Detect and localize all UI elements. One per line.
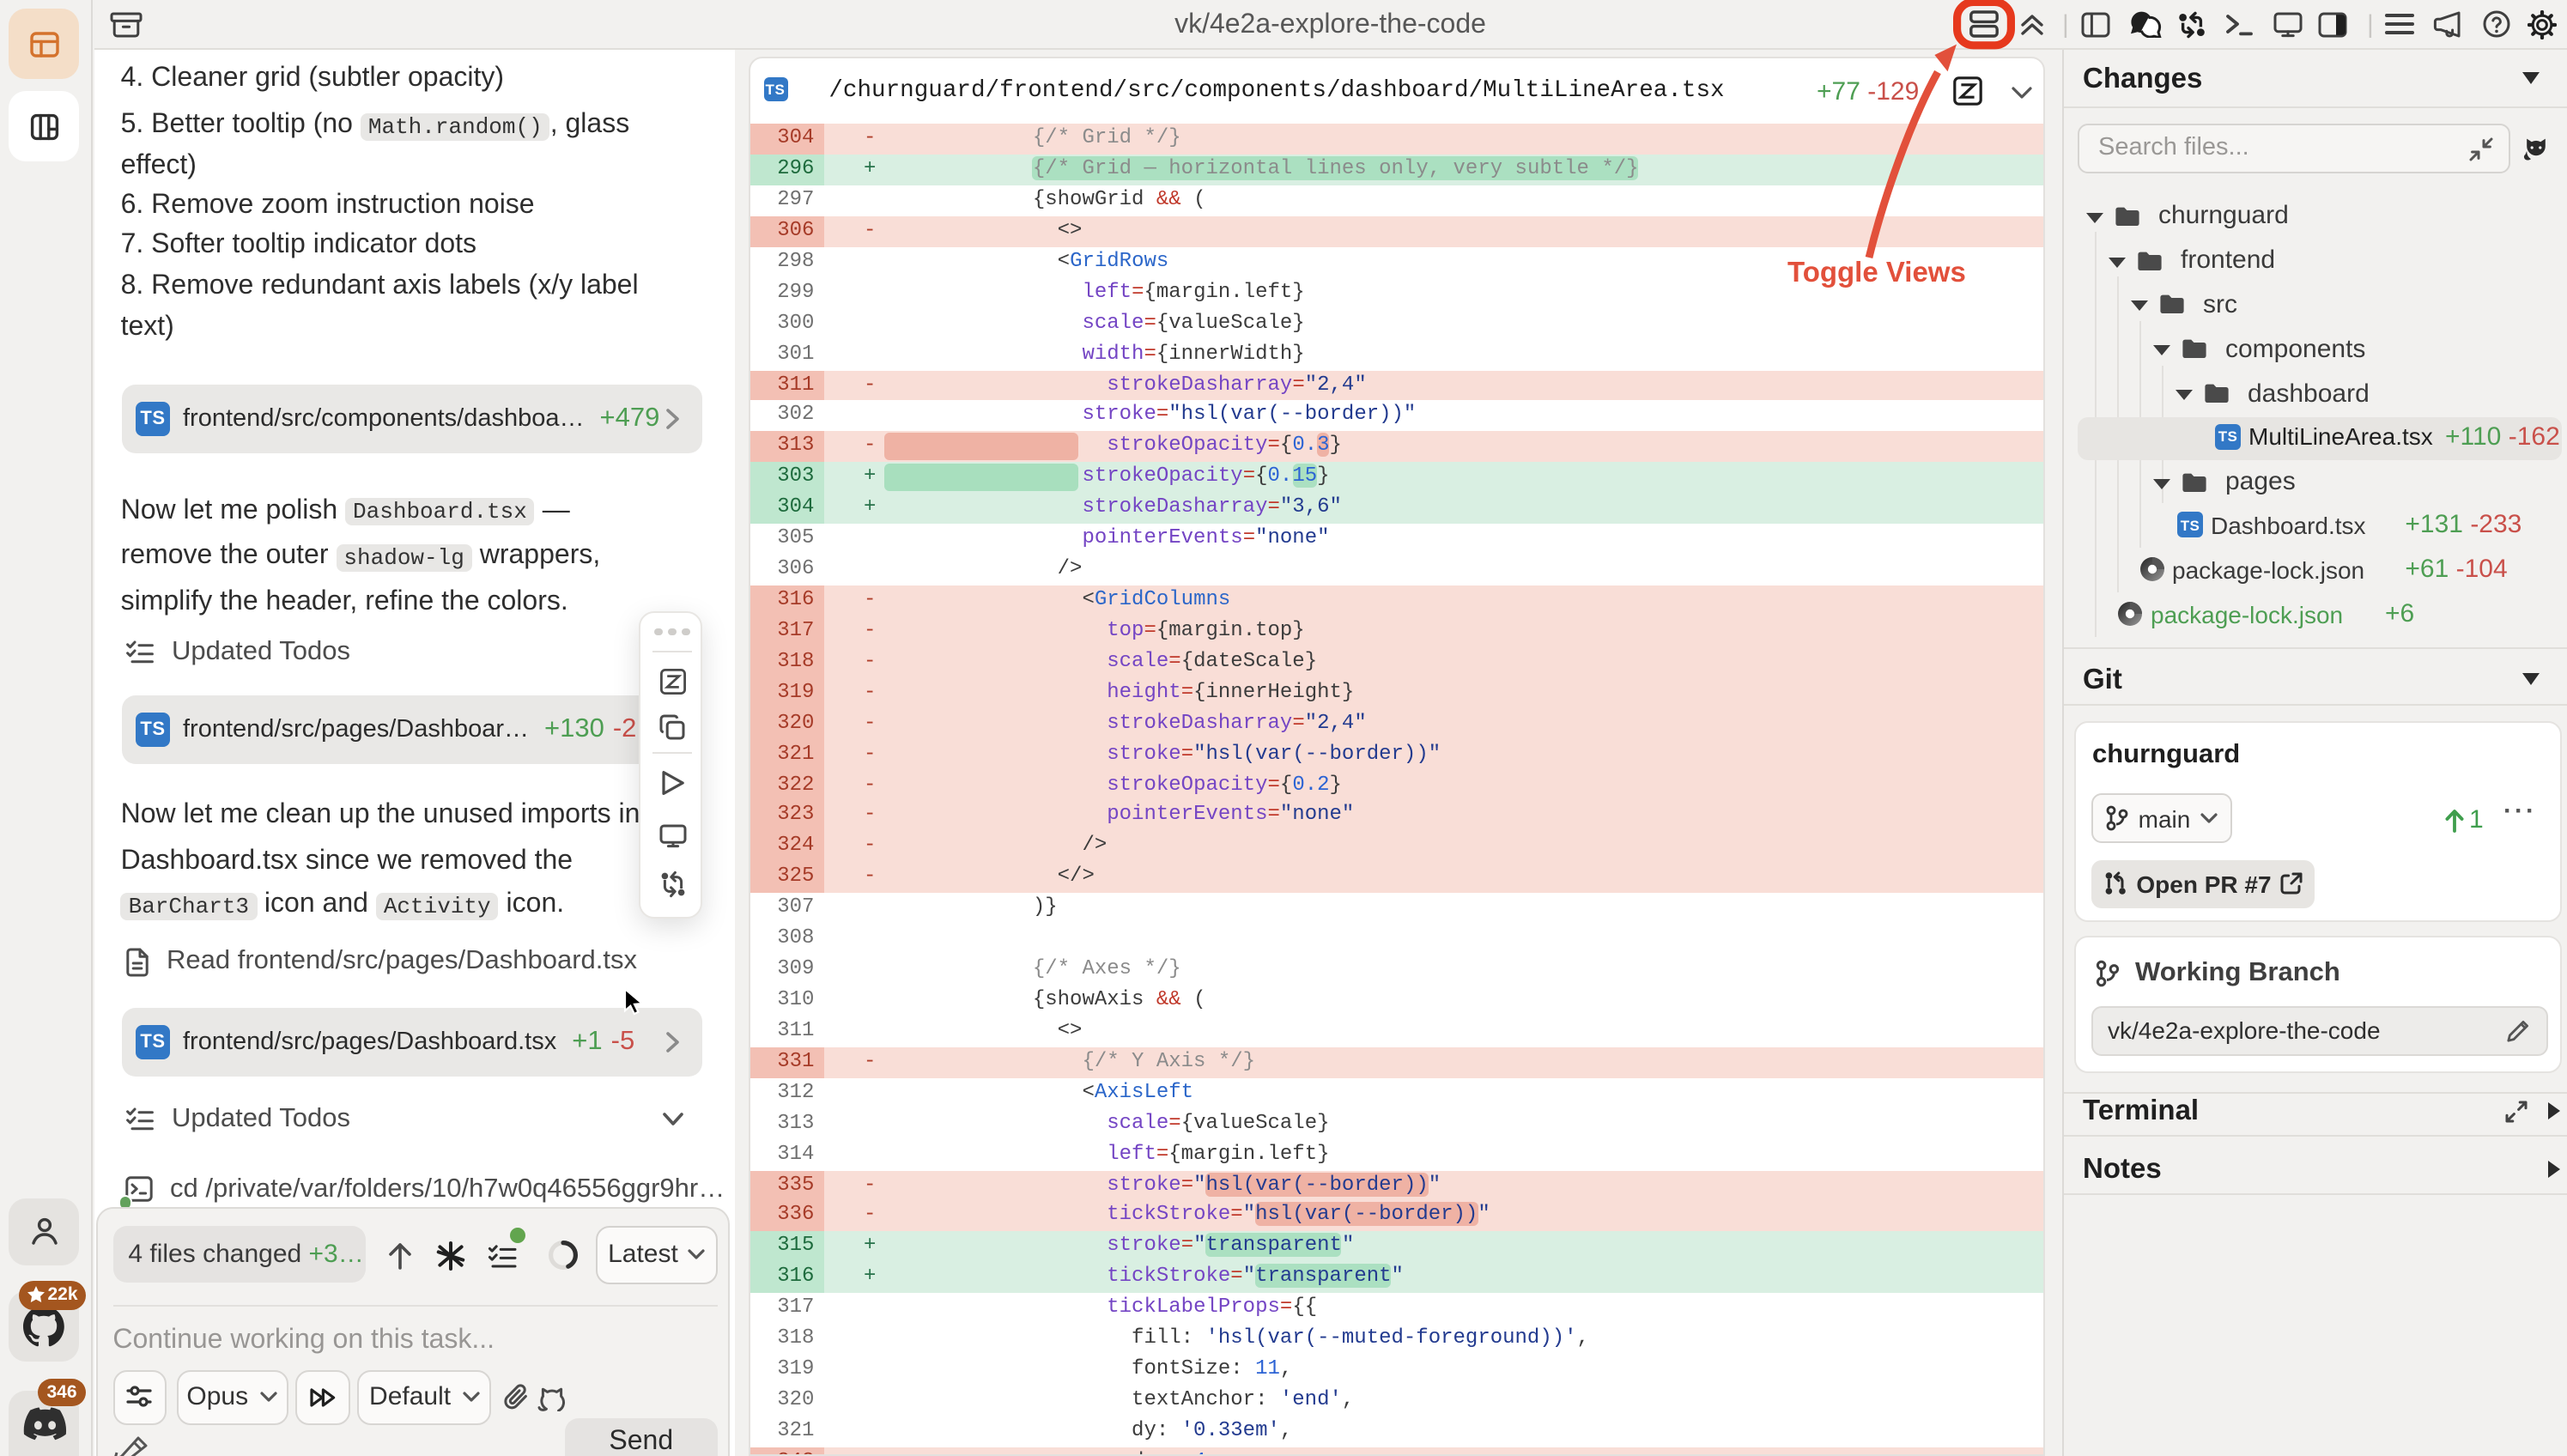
svg-text:Toggle Views: Toggle Views [1787,256,1966,288]
